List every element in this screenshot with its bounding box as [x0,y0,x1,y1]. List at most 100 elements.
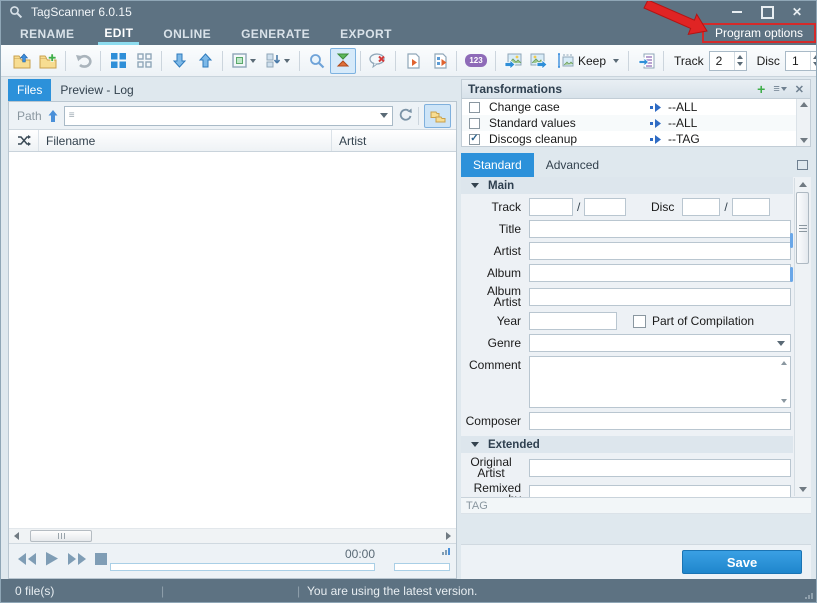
import-text-file-button[interactable] [633,48,659,74]
menu-generate[interactable]: GENERATE [235,23,316,45]
next-field-partial[interactable] [529,485,791,497]
discogs-cleanup-checkbox[interactable]: ✓ [469,133,480,145]
stop-button[interactable] [95,552,107,565]
rewind-button[interactable] [17,552,37,566]
section-extended[interactable]: Extended [461,436,793,453]
play-all-files-button[interactable] [426,48,452,74]
fast-forward-button[interactable] [67,552,87,566]
menu-online[interactable]: ONLINE [157,23,217,45]
search-button[interactable] [304,48,330,74]
scroll-down-arrow[interactable] [800,138,808,143]
menu-export[interactable]: EXPORT [334,23,398,45]
scroll-up-arrow[interactable] [799,182,807,187]
scroll-up-arrow[interactable] [781,361,787,365]
form-scrollbar-thumb[interactable] [796,192,809,264]
column-header-artist[interactable]: Artist [332,130,456,151]
horizontal-scrollbar-thumb[interactable] [30,530,92,542]
splitter-grip[interactable] [790,267,793,282]
track-total-field[interactable] [584,198,627,216]
disc-spinner[interactable]: 1 [784,50,816,71]
transformation-row[interactable]: Standard values --ALL [462,115,796,131]
tab-files[interactable]: Files [8,79,52,101]
maximize-button[interactable] [760,6,774,18]
original-artist-row: Original Artist [461,456,793,479]
composer-field[interactable] [529,412,791,430]
playback-progress-bar[interactable] [110,563,375,571]
column-header-filename[interactable]: Filename [39,130,332,151]
scroll-right-arrow[interactable] [441,529,456,543]
renumber-tracks-button[interactable] [461,48,491,74]
horizontal-scrollbar[interactable] [9,528,456,543]
album-field[interactable] [529,264,791,282]
refresh-button[interactable] [398,108,413,123]
volume-slider[interactable] [394,563,450,571]
move-up-button[interactable] [192,48,218,74]
tab-advanced[interactable]: Advanced [534,153,611,177]
expand-panel-icon[interactable] [797,160,808,170]
album-artist-field[interactable] [529,288,791,306]
scroll-up-arrow[interactable] [800,102,808,107]
track-spinner-arrows[interactable] [733,51,746,70]
section-main[interactable]: Main [461,177,793,194]
close-button[interactable] [790,6,804,18]
artist-field[interactable] [529,242,791,260]
transformations-menu-icon[interactable] [773,83,787,95]
menu-edit[interactable]: EDIT [98,23,140,45]
resize-cover-keep-dropdown[interactable]: Keep [552,48,624,74]
transformation-row[interactable]: ✓ Discogs cleanup --TAG [462,131,796,147]
transformation-row[interactable]: Change case --ALL [462,99,796,115]
file-list[interactable] [9,152,456,528]
genre-select[interactable] [529,334,791,352]
scroll-down-arrow[interactable] [799,487,807,492]
play-file-button[interactable] [400,48,426,74]
disc-spinner-arrows[interactable] [809,51,816,70]
clear-comments-button[interactable] [365,48,391,74]
move-down-button[interactable] [166,48,192,74]
select-files-dropdown[interactable] [227,48,261,74]
path-up-icon[interactable] [47,109,59,123]
tab-preview-log[interactable]: Preview - Log [51,79,142,101]
arrow-right-icon [650,118,662,128]
track-number-field[interactable] [529,198,573,216]
transformations-scrollbar[interactable] [796,99,810,146]
disc-number-field[interactable] [682,198,721,216]
program-options-button[interactable]: Program options [702,23,816,43]
undo-button[interactable] [70,48,96,74]
year-field[interactable] [529,312,617,330]
track-spinner[interactable]: 2 [708,50,747,71]
minimize-button[interactable] [730,6,744,18]
change-case-checkbox[interactable] [469,101,480,113]
open-folder-button[interactable] [9,48,35,74]
save-button[interactable]: Save [682,550,802,574]
transformations-close-icon[interactable] [795,83,804,96]
play-button[interactable] [45,551,59,566]
editor-tabs: Standard Advanced [461,153,811,177]
standard-values-checkbox[interactable] [469,117,480,129]
folder-tree-toggle-button[interactable] [424,103,451,128]
path-presets-icon[interactable] [69,110,74,121]
shuffle-column-header[interactable] [9,130,39,151]
scroll-left-arrow[interactable] [9,529,24,543]
scroll-down-arrow[interactable] [781,399,787,403]
small-grid-view-button[interactable] [131,48,157,74]
add-folder-button[interactable] [35,48,61,74]
auto-sort-toggle-button[interactable] [330,47,356,74]
splitter-grip[interactable] [790,233,793,248]
menu-rename[interactable]: RENAME [14,23,80,45]
original-artist-field[interactable] [529,459,791,477]
path-dropdown-chevron-icon[interactable] [380,113,388,118]
large-grid-view-button[interactable] [105,48,131,74]
sort-dropdown[interactable] [261,48,295,74]
tab-standard[interactable]: Standard [461,153,534,177]
add-transformation-icon[interactable] [757,82,765,96]
path-input[interactable] [63,105,393,126]
import-cover-button[interactable] [500,48,526,74]
export-cover-button[interactable] [526,48,552,74]
app-window: TagScanner 6.0.15 RENAME EDIT ONLINE GEN… [0,0,817,603]
resize-grip[interactable] [805,593,813,599]
comment-field[interactable] [529,356,791,408]
disc-total-field[interactable] [731,198,770,216]
title-field[interactable] [529,220,791,238]
form-scrollbar[interactable] [794,178,810,496]
part-of-compilation-checkbox[interactable] [633,314,646,328]
